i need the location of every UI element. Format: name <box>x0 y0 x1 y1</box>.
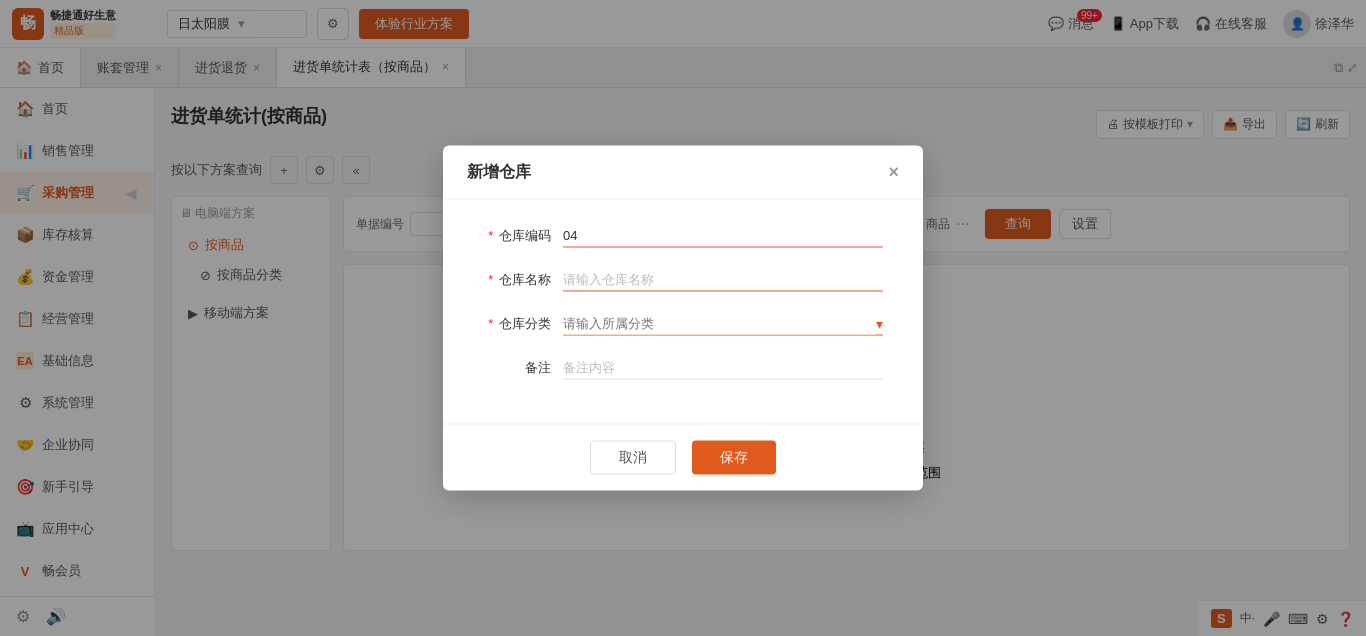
modal-header: 新增仓库 × <box>443 146 923 200</box>
warehouse-code-input[interactable] <box>563 224 883 248</box>
save-button[interactable]: 保存 <box>692 441 776 475</box>
note-label: 备注 <box>483 359 563 377</box>
modal-close-button[interactable]: × <box>888 162 899 183</box>
category-select-input[interactable] <box>563 312 876 335</box>
add-warehouse-modal: 新增仓库 × * 仓库编码 * 仓库名称 * 仓库分类 <box>443 146 923 491</box>
form-row-category: * 仓库分类 ▾ <box>483 312 883 336</box>
modal-title: 新增仓库 <box>467 162 531 183</box>
form-row-name: * 仓库名称 <box>483 268 883 292</box>
modal-footer: 取消 保存 <box>443 424 923 491</box>
warehouse-name-input[interactable] <box>563 268 883 292</box>
note-input[interactable] <box>563 356 883 380</box>
category-dropdown-icon[interactable]: ▾ <box>876 315 883 331</box>
category-label: * 仓库分类 <box>483 315 563 333</box>
category-select-wrapper: ▾ <box>563 312 883 336</box>
cancel-button[interactable]: 取消 <box>590 441 676 475</box>
code-label: * 仓库编码 <box>483 227 563 245</box>
name-label: * 仓库名称 <box>483 271 563 289</box>
form-row-code: * 仓库编码 <box>483 224 883 248</box>
modal-body: * 仓库编码 * 仓库名称 * 仓库分类 ▾ <box>443 200 923 424</box>
form-row-note: 备注 <box>483 356 883 380</box>
